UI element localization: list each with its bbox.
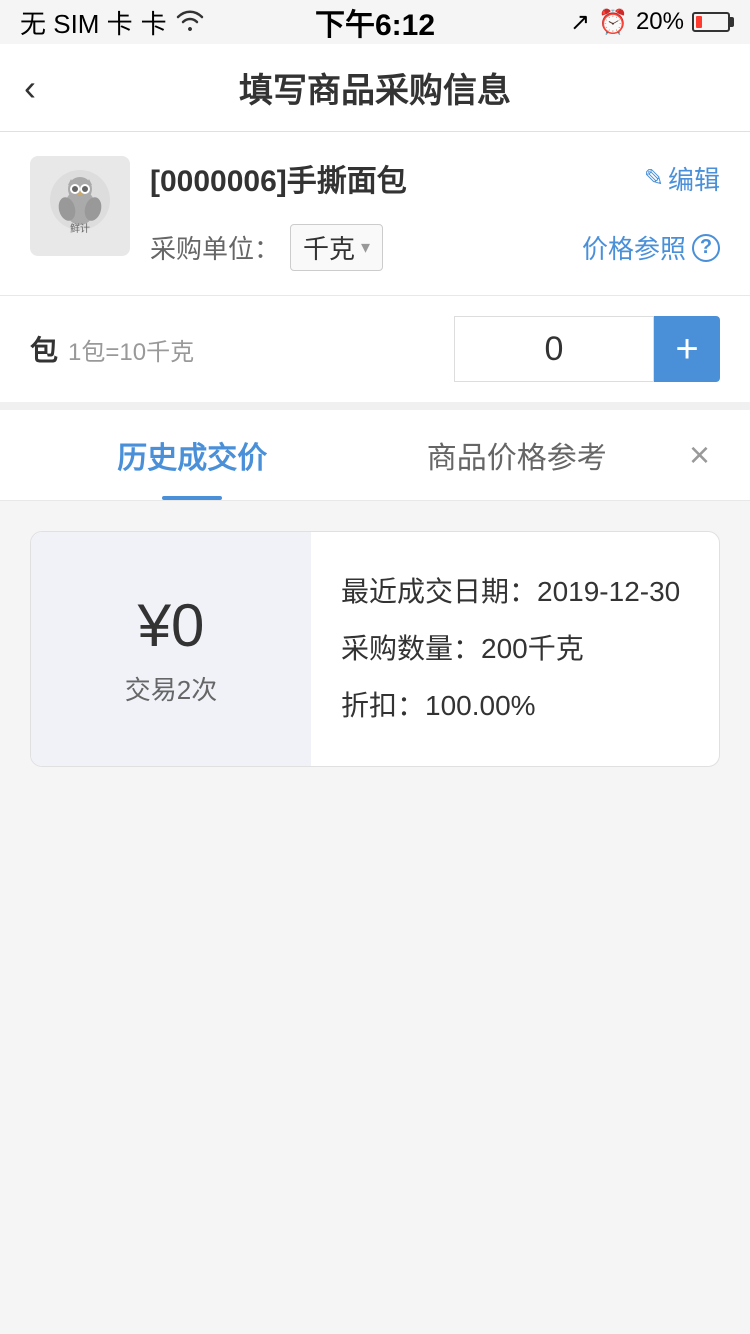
amount-value: 0 — [171, 592, 204, 659]
product-image: 鲜计 — [30, 156, 130, 256]
purchase-qty-row: 采购数量：200千克 — [341, 629, 689, 668]
tab-section: 历史成交价 商品价格参考 × — [0, 410, 750, 501]
quantity-label: 包 1包=10千克 — [30, 329, 194, 369]
price-card: ¥0 交易2次 最近成交日期：2019-12-30 采购数量：200千克 折扣：… — [30, 531, 720, 767]
package-badge: 包 — [30, 329, 58, 369]
status-right: ↗ ⏰ 20% — [570, 8, 730, 37]
currency-symbol: ¥ — [138, 592, 171, 659]
product-card: 鲜计 [0000006]手撕面包 ✎ 编辑 采购单位： 千克 ▾ 价格参照 — [0, 132, 750, 296]
quantity-input[interactable] — [454, 316, 654, 382]
tab-history-price[interactable]: 历史成交价 — [30, 410, 354, 500]
product-name: [0000006]手撕面包 — [150, 156, 407, 200]
edit-icon: ✎ — [644, 164, 664, 193]
price-card-left: ¥0 交易2次 — [31, 532, 311, 766]
svg-text:鲜计: 鲜计 — [70, 222, 90, 235]
carrier-label: 无 SIM 卡 — [20, 4, 133, 41]
alarm-icon: ⏰ — [598, 8, 628, 37]
back-button[interactable]: ‹ — [24, 67, 36, 109]
discount-row: 折扣：100.00% — [341, 686, 689, 725]
nav-bar: ‹ 填写商品采购信息 — [0, 44, 750, 132]
purchase-unit-label: 采购单位： — [150, 229, 280, 266]
location-icon: ↗ — [570, 8, 590, 37]
price-card-right: 最近成交日期：2019-12-30 采购数量：200千克 折扣：100.00% — [311, 532, 719, 766]
product-info: [0000006]手撕面包 ✎ 编辑 采购单位： 千克 ▾ 价格参照 ? — [150, 156, 720, 271]
tab-header: 历史成交价 商品价格参考 × — [0, 410, 750, 500]
purchase-unit-row: 采购单位： 千克 ▾ 价格参照 ? — [150, 224, 720, 271]
price-section: ¥0 交易2次 最近成交日期：2019-12-30 采购数量：200千克 折扣：… — [0, 501, 750, 1101]
price-reference-button[interactable]: 价格参照 ? — [582, 229, 720, 266]
unit-selector[interactable]: 千克 ▾ — [290, 224, 383, 271]
product-name-row: [0000006]手撕面包 ✎ 编辑 — [150, 156, 720, 200]
quantity-controls: + — [454, 316, 720, 382]
recent-date-row: 最近成交日期：2019-12-30 — [341, 572, 689, 611]
status-time: 下午6:12 — [315, 0, 435, 44]
tab-product-price-ref[interactable]: 商品价格参考 — [354, 410, 678, 500]
status-left: 无 SIM 卡 卡 — [20, 4, 205, 41]
page-title: 填写商品采购信息 — [239, 63, 511, 112]
package-note: 1包=10千克 — [68, 332, 194, 367]
edit-button[interactable]: ✎ 编辑 — [644, 160, 720, 197]
unit-arrow-icon: ▾ — [361, 237, 370, 258]
status-bar: 无 SIM 卡 卡 下午6:12 ↗ ⏰ 20% — [0, 0, 750, 44]
quantity-plus-button[interactable]: + — [654, 316, 720, 382]
transaction-count: 交易2次 — [125, 670, 217, 707]
product-logo: 鲜计 — [45, 165, 115, 247]
wifi-icon — [175, 7, 205, 38]
sim-icon: 卡 — [141, 4, 167, 41]
quantity-row: 包 1包=10千克 + — [0, 296, 750, 410]
purchase-unit-left: 采购单位： 千克 ▾ — [150, 224, 383, 271]
tab-close-button[interactable]: × — [679, 424, 720, 486]
battery-percent: 20% — [636, 8, 684, 36]
battery-icon — [692, 12, 730, 32]
info-icon: ? — [692, 234, 720, 262]
price-amount: ¥0 — [138, 591, 205, 660]
